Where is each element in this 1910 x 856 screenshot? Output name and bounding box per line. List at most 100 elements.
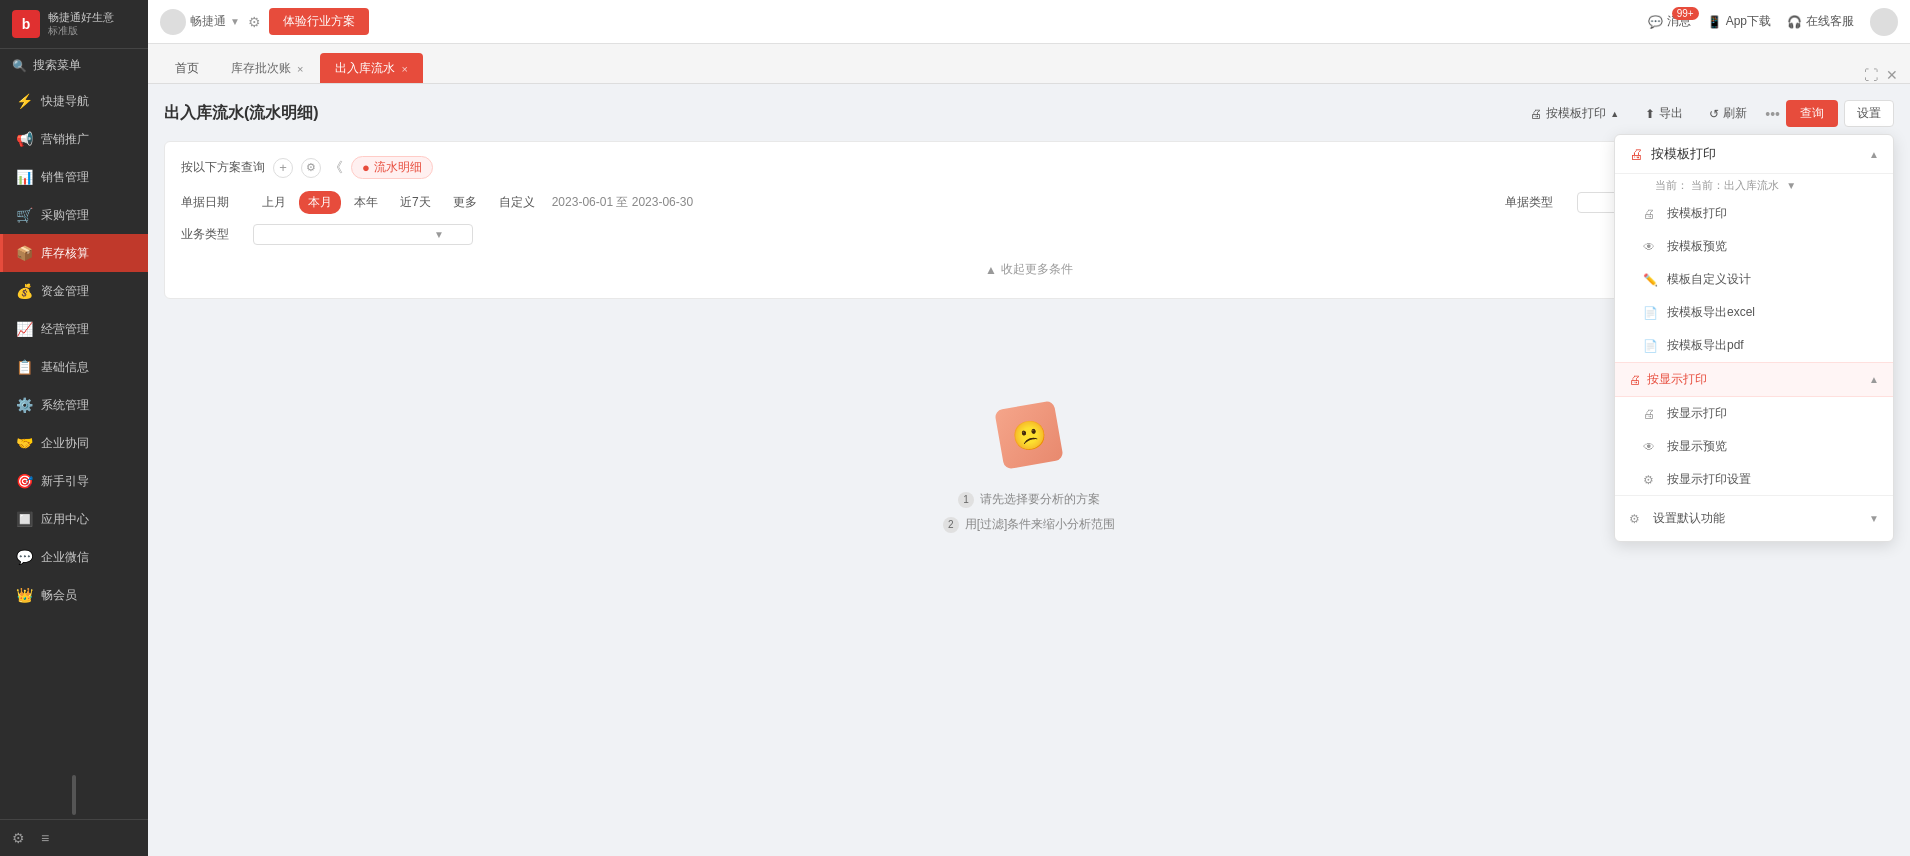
dropdown-item-template-design[interactable]: ✏️ 模板自定义设计: [1615, 263, 1893, 296]
date-btn-more[interactable]: 更多: [444, 191, 486, 214]
tab-in-out-flow-close[interactable]: ×: [401, 63, 407, 75]
collapse-icon[interactable]: ≡: [41, 830, 49, 846]
refresh-btn[interactable]: ↺ 刷新: [1701, 101, 1755, 126]
user-info: 畅捷通 ▼: [160, 9, 240, 35]
item-excel-icon-1: 📄: [1643, 306, 1659, 320]
apps-icon: 🔲: [15, 510, 33, 528]
date-btn-7days[interactable]: 近7天: [391, 191, 440, 214]
collab-icon: 🤝: [15, 434, 33, 452]
sidebar-item-label: 应用中心: [41, 511, 89, 528]
tab-inventory-batch-close[interactable]: ×: [297, 63, 303, 75]
sidebar-item-purchase[interactable]: 🛒 采购管理: [0, 196, 148, 234]
dropdown-footer-item[interactable]: ⚙ 设置默认功能 ▼: [1629, 504, 1879, 533]
tab-in-out-flow[interactable]: 出入库流水 ×: [320, 53, 422, 83]
sidebar-item-label: 销售管理: [41, 169, 89, 186]
more-dots-icon[interactable]: •••: [1765, 106, 1780, 122]
footer-settings-icon: ⚙: [1629, 512, 1645, 526]
account-avatar[interactable]: [1870, 8, 1898, 36]
sidebar-item-inventory[interactable]: 📦 库存核算: [0, 234, 148, 272]
app-download-label: App下载: [1726, 13, 1771, 30]
inventory-icon: 📦: [15, 244, 33, 262]
item-template-preview-label: 按模板预览: [1667, 238, 1727, 255]
sidebar-item-label: 资金管理: [41, 283, 89, 300]
message-icon: 💬: [1648, 15, 1663, 29]
dropdown-template-header[interactable]: 🖨 按模板打印 ▲: [1615, 135, 1893, 174]
date-options-group: 上月 本月 本年 近7天 更多 自定义 2023-06-01 至 2023-06…: [253, 191, 693, 214]
sidebar-item-basic[interactable]: 📋 基础信息: [0, 348, 148, 386]
current-chevron-icon: ▼: [1786, 180, 1796, 191]
template-print-btn[interactable]: 🖨 按模板打印 ▲: [1522, 101, 1627, 126]
filter-add-btn[interactable]: +: [273, 158, 293, 178]
sidebar-item-wechat[interactable]: 💬 企业微信: [0, 538, 148, 576]
dropdown-display-header[interactable]: 🖨 按显示打印 ▲: [1615, 362, 1893, 397]
close-tab-icon[interactable]: ✕: [1886, 67, 1898, 83]
page-title: 出入库流水(流水明细): [164, 103, 319, 124]
sidebar-item-label: 基础信息: [41, 359, 89, 376]
dropdown-item-display-preview[interactable]: 👁 按显示预览: [1615, 430, 1893, 463]
app-download-btn[interactable]: 📱 App下载: [1707, 13, 1771, 30]
sidebar-item-quicknav[interactable]: ⚡ 快捷导航: [0, 82, 148, 120]
date-btn-custom[interactable]: 自定义: [490, 191, 544, 214]
sidebar-item-finance[interactable]: 💰 资金管理: [0, 272, 148, 310]
export-btn[interactable]: ⬆ 导出: [1637, 101, 1691, 126]
sidebar-item-sales[interactable]: 📊 销售管理: [0, 158, 148, 196]
sidebar-item-apps[interactable]: 🔲 应用中心: [0, 500, 148, 538]
sidebar-item-system[interactable]: ⚙️ 系统管理: [0, 386, 148, 424]
date-btn-last-month[interactable]: 上月: [253, 191, 295, 214]
sidebar-item-collab[interactable]: 🤝 企业协同: [0, 424, 148, 462]
sidebar-item-label: 经营管理: [41, 321, 89, 338]
filter-collapse-btn[interactable]: 《: [329, 159, 343, 177]
sidebar-item-guide[interactable]: 🎯 新手引导: [0, 462, 148, 500]
date-btn-this-month[interactable]: 本月: [299, 191, 341, 214]
sidebar-item-marketing[interactable]: 📢 营销推广: [0, 120, 148, 158]
basic-icon: 📋: [15, 358, 33, 376]
quicknav-icon: ⚡: [15, 92, 33, 110]
display-header-icon: 🖨: [1629, 373, 1641, 387]
export-icon: ⬆: [1645, 107, 1655, 121]
topbar: 畅捷通 ▼ ⚙ 体验行业方案 💬 消息 99+ 📱 App下载 🎧 在线客服: [148, 0, 1910, 44]
sidebar-search[interactable]: 🔍 搜索菜单: [0, 49, 148, 82]
message-btn[interactable]: 💬 消息 99+: [1648, 13, 1691, 30]
tabbar-expand: ⛶ ✕: [1864, 67, 1898, 83]
settings-icon[interactable]: ⚙: [12, 830, 25, 846]
item-template-print-label: 按模板打印: [1667, 205, 1727, 222]
query-btn[interactable]: 查询: [1786, 100, 1838, 127]
item-design-icon: ✏️: [1643, 273, 1659, 287]
system-icon: ⚙️: [15, 396, 33, 414]
filter-setting-btn[interactable]: ⚙: [301, 158, 321, 178]
user-dropdown-icon[interactable]: ▼: [230, 16, 240, 27]
empty-hint-1: 1 请先选择要分析的方案: [958, 491, 1100, 508]
tab-inventory-batch[interactable]: 库存批次账 ×: [216, 53, 318, 83]
dropdown-item-template-pdf[interactable]: 📄 按模板导出pdf: [1615, 329, 1893, 362]
empty-icon-face: 😕: [1009, 416, 1049, 455]
dropdown-item-template-excel[interactable]: 📄 按模板导出excel: [1615, 296, 1893, 329]
online-service-btn[interactable]: 🎧 在线客服: [1787, 13, 1854, 30]
dropdown-scrollable: 🖨 按模板打印 ▲ 当前： 当前：出入库流水 ▼ 🖨 按模板打印 👁 按模板预览: [1615, 135, 1893, 495]
topbar-gear-icon[interactable]: ⚙: [248, 14, 261, 30]
sidebar-item-vip[interactable]: 👑 畅会员: [0, 576, 148, 614]
sidebar-item-operation[interactable]: 📈 经营管理: [0, 310, 148, 348]
date-btn-this-year[interactable]: 本年: [345, 191, 387, 214]
item-template-design-label: 模板自定义设计: [1667, 271, 1751, 288]
tag-icon: ●: [362, 160, 370, 175]
dropdown-item-template-print[interactable]: 🖨 按模板打印: [1615, 197, 1893, 230]
footer-chevron-icon: ▼: [1869, 513, 1879, 524]
tab-home[interactable]: 首页: [160, 53, 214, 83]
topbar-right: 💬 消息 99+ 📱 App下载 🎧 在线客服: [1648, 8, 1898, 36]
filter-tag: ● 流水明细: [351, 156, 433, 179]
display-chevron-icon: ▲: [1869, 374, 1879, 385]
maximize-icon[interactable]: ⛶: [1864, 67, 1878, 83]
voucher-type-label: 单据类型: [1505, 194, 1561, 211]
tabbar: 首页 库存批次账 × 出入库流水 × ⛶ ✕: [148, 44, 1910, 84]
sidebar-item-label: 企业微信: [41, 549, 89, 566]
dropdown-item-template-preview[interactable]: 👁 按模板预览: [1615, 230, 1893, 263]
content-area: 出入库流水(流水明细) 🖨 按模板打印 ▲ ⬆ 导出 ↺ 刷新 ••• 查询: [148, 84, 1910, 856]
app-name: 畅捷通好生意: [48, 10, 114, 24]
printer-header-icon: 🖨: [1629, 146, 1643, 162]
settings-btn[interactable]: 设置: [1844, 100, 1894, 127]
dropdown-item-display-settings[interactable]: ⚙ 按显示打印设置: [1615, 463, 1893, 495]
sidebar-item-label: 采购管理: [41, 207, 89, 224]
business-type-select[interactable]: ▼: [253, 224, 473, 245]
dropdown-item-display-print[interactable]: 🖨 按显示打印: [1615, 397, 1893, 430]
trial-btn[interactable]: 体验行业方案: [269, 8, 369, 35]
